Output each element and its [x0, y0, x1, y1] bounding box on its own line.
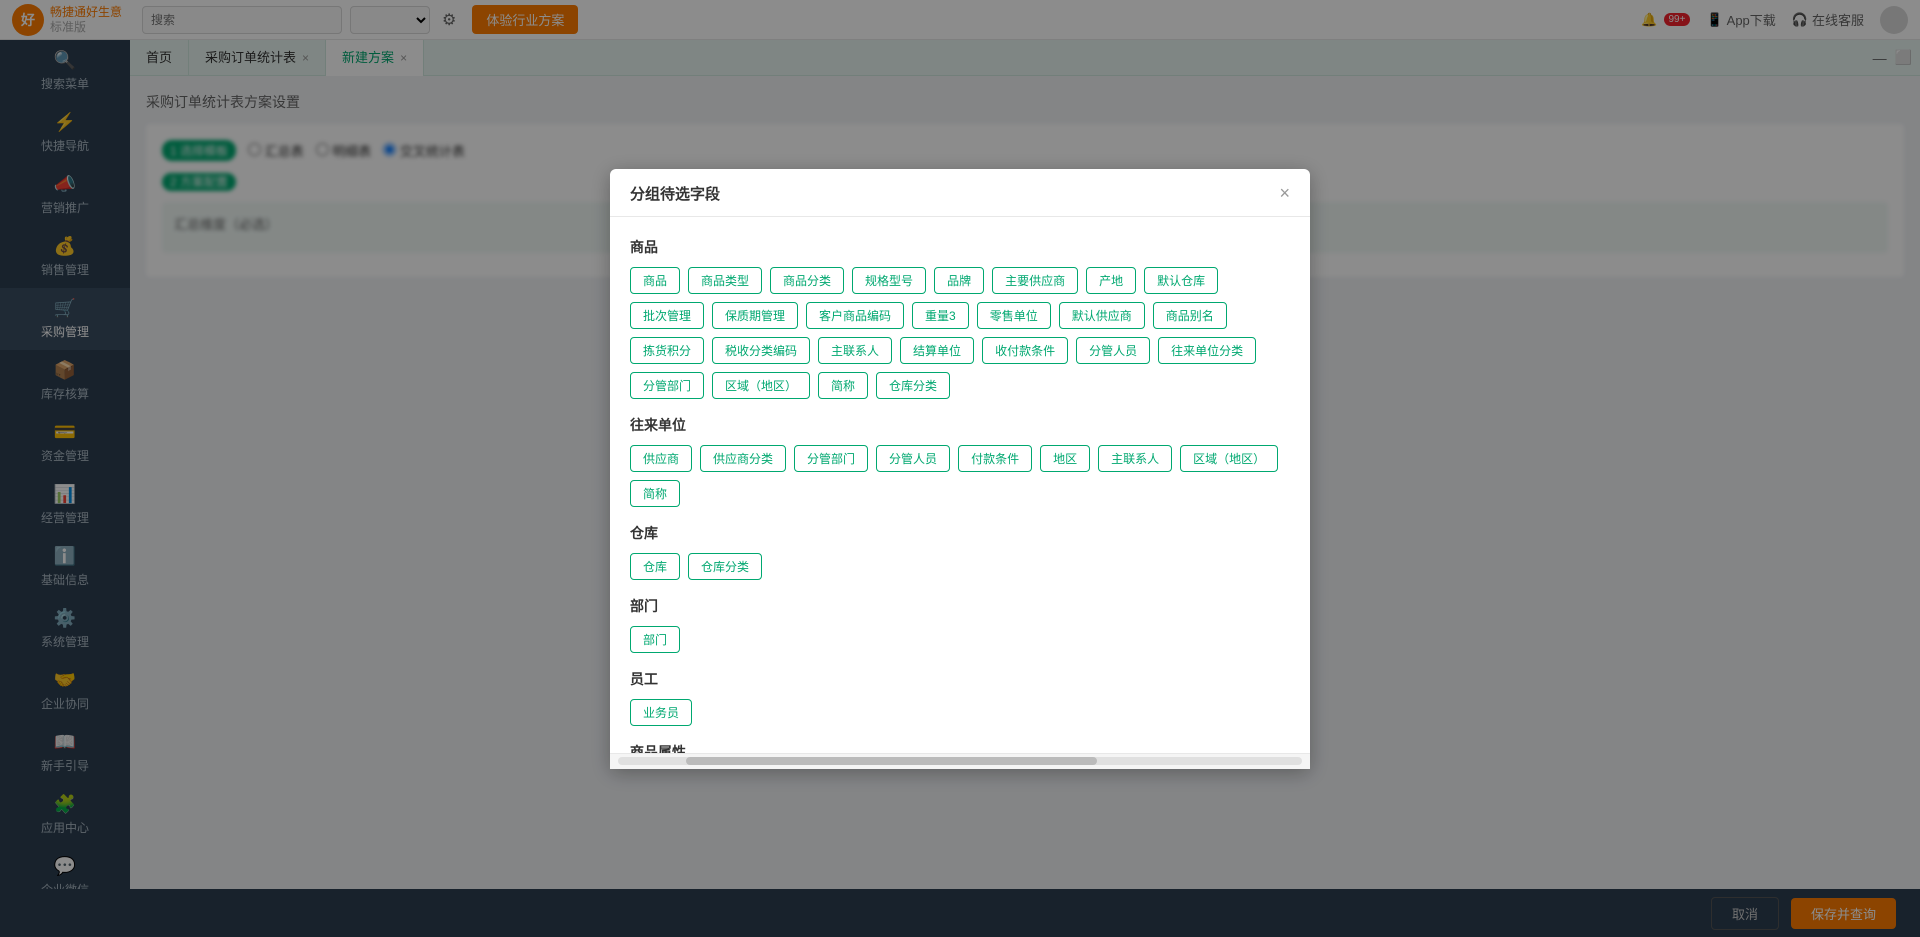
section-partner-tags: 供应商供应商分类分管部门分管人员付款条件地区主联系人区域（地区） 简称 — [630, 445, 1290, 507]
tag-item[interactable]: 重量3 — [912, 302, 969, 329]
tag-item[interactable]: 零售单位 — [977, 302, 1051, 329]
section-partner-title: 往来单位 — [630, 415, 1290, 435]
tag-item[interactable]: 地区 — [1040, 445, 1090, 472]
tag-item[interactable]: 仓库分类 — [876, 372, 950, 399]
tag-item[interactable]: 分管人员 — [1076, 337, 1150, 364]
scrollbar-thumb — [686, 757, 1096, 765]
tag-item[interactable]: 供应商 — [630, 445, 692, 472]
tag-item[interactable]: 主联系人 — [1098, 445, 1172, 472]
tag-item[interactable]: 业务员 — [630, 699, 692, 726]
tag-item[interactable]: 结算单位 — [900, 337, 974, 364]
section-dept-tags: 部门 — [630, 626, 1290, 653]
tag-item[interactable]: 分管部门 — [794, 445, 868, 472]
section-staff-title: 员工 — [630, 669, 1290, 689]
tag-item[interactable]: 收付款条件 — [982, 337, 1068, 364]
modal: 分组待选字段 × 商品 商品商品类型商品分类规格型号品牌主要供应商产地默认仓库批… — [610, 169, 1310, 769]
modal-scrollbar-area — [610, 753, 1310, 769]
section-warehouse-title: 仓库 — [630, 523, 1290, 543]
tag-item[interactable]: 主联系人 — [818, 337, 892, 364]
tag-item[interactable]: 供应商分类 — [700, 445, 786, 472]
tag-item[interactable]: 简称 — [630, 480, 680, 507]
tag-item[interactable]: 主要供应商 — [992, 267, 1078, 294]
section-product-title: 商品 — [630, 237, 1290, 257]
tag-item[interactable]: 商品别名 — [1153, 302, 1227, 329]
tag-item[interactable]: 规格型号 — [852, 267, 926, 294]
tag-item[interactable]: 商品 — [630, 267, 680, 294]
tag-item[interactable]: 仓库分类 — [688, 553, 762, 580]
tag-item[interactable]: 拣货积分 — [630, 337, 704, 364]
tag-item[interactable]: 默认仓库 — [1144, 267, 1218, 294]
tag-item[interactable]: 区域（地区） — [1180, 445, 1278, 472]
tag-item[interactable]: 简称 — [818, 372, 868, 399]
tag-item[interactable]: 付款条件 — [958, 445, 1032, 472]
tag-item[interactable]: 默认供应商 — [1059, 302, 1145, 329]
section-dept-title: 部门 — [630, 596, 1290, 616]
tag-item[interactable]: 区域（地区） — [712, 372, 810, 399]
tag-item[interactable]: 产地 — [1086, 267, 1136, 294]
tag-item[interactable]: 商品类型 — [688, 267, 762, 294]
section-product-tags: 商品商品类型商品分类规格型号品牌主要供应商产地默认仓库批次管理保质期管理客户商品… — [630, 267, 1290, 399]
tag-item[interactable]: 部门 — [630, 626, 680, 653]
modal-title: 分组待选字段 — [630, 183, 720, 204]
modal-close-button[interactable]: × — [1279, 183, 1290, 204]
tag-item[interactable]: 品牌 — [934, 267, 984, 294]
section-attrs-title: 商品属性 — [630, 742, 1290, 753]
modal-body[interactable]: 商品 商品商品类型商品分类规格型号品牌主要供应商产地默认仓库批次管理保质期管理客… — [610, 217, 1310, 753]
modal-overlay: 分组待选字段 × 商品 商品商品类型商品分类规格型号品牌主要供应商产地默认仓库批… — [0, 0, 1920, 937]
section-staff-tags: 业务员 — [630, 699, 1290, 726]
tag-item[interactable]: 客户商品编码 — [806, 302, 904, 329]
tag-item[interactable]: 保质期管理 — [712, 302, 798, 329]
tag-item[interactable]: 分管部门 — [630, 372, 704, 399]
tag-item[interactable]: 分管人员 — [876, 445, 950, 472]
tag-item[interactable]: 商品分类 — [770, 267, 844, 294]
tag-item[interactable]: 税收分类编码 — [712, 337, 810, 364]
section-warehouse-tags: 仓库仓库分类 — [630, 553, 1290, 580]
horizontal-scrollbar[interactable] — [618, 757, 1302, 765]
tag-item[interactable]: 仓库 — [630, 553, 680, 580]
tag-item[interactable]: 往来单位分类 — [1158, 337, 1256, 364]
tag-item[interactable]: 批次管理 — [630, 302, 704, 329]
modal-header: 分组待选字段 × — [610, 169, 1310, 217]
